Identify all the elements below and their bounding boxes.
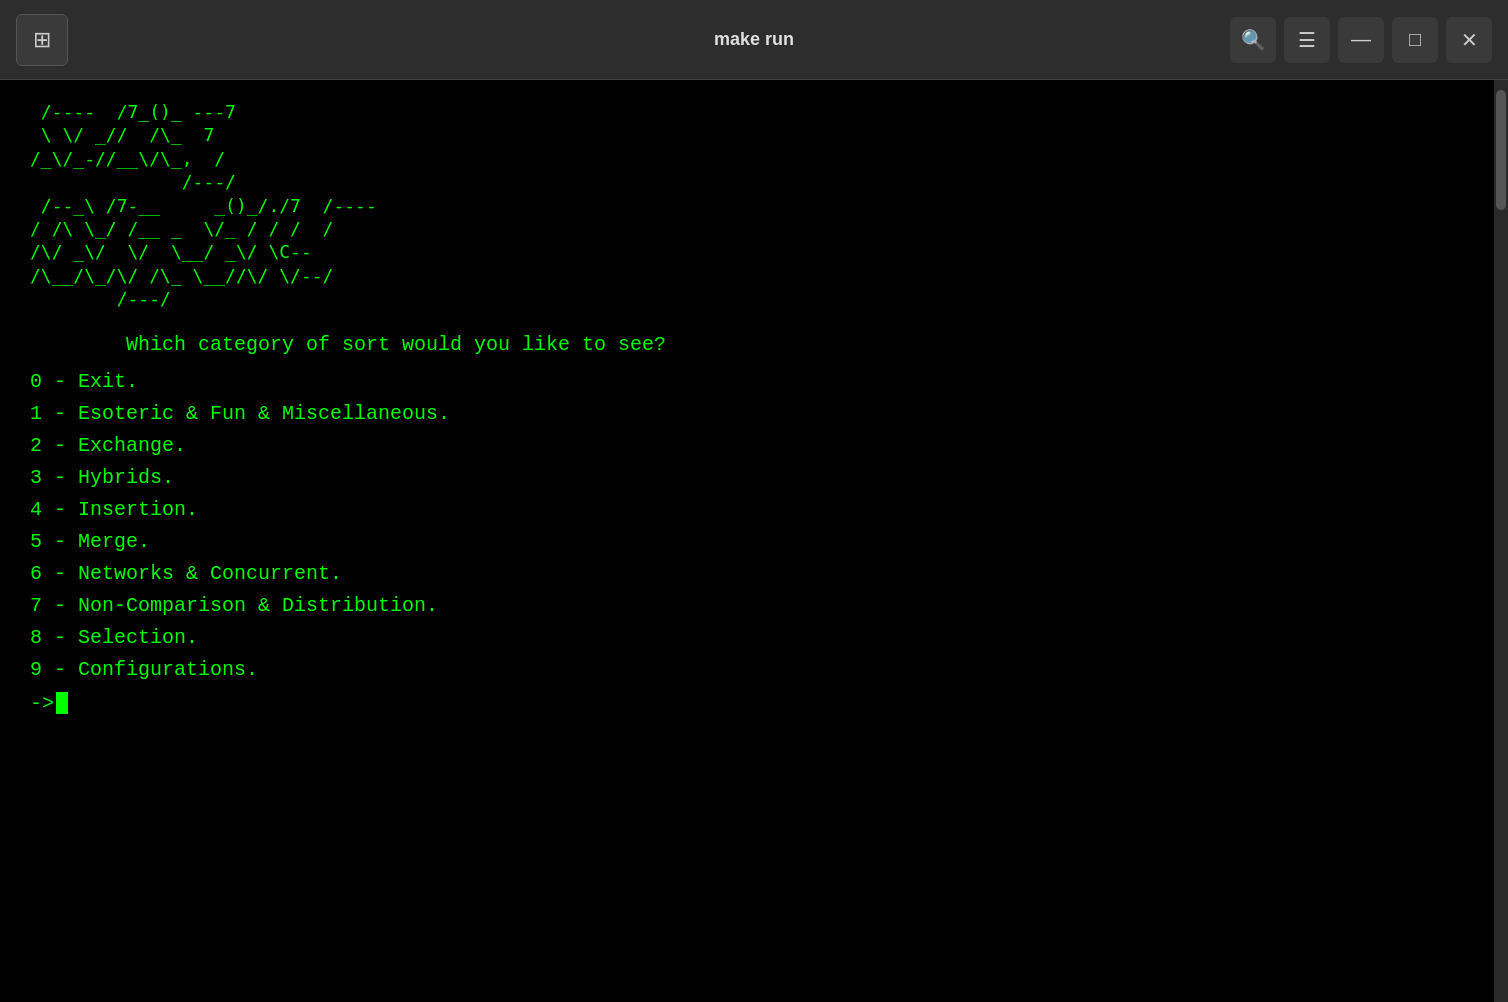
titlebar: ⊞ make run 🔍 ☰ — □ ✕ [0, 0, 1508, 80]
minimize-icon: — [1351, 28, 1371, 51]
menu-icon: ☰ [1298, 28, 1316, 52]
titlebar-controls: 🔍 ☰ — □ ✕ [1230, 17, 1492, 63]
prompt-symbol: -> [30, 690, 54, 717]
scrollbar[interactable] [1494, 80, 1508, 1002]
menu-item-7: 7 - Non-Comparison & Distribution. [30, 590, 1464, 622]
prompt-line[interactable]: -> [30, 690, 1464, 717]
ascii-art-banner: /---- /7_()_ ---7 \ \/ _// /\_ 7 /_\/_-/… [30, 100, 1464, 311]
menu-item-4: 4 - Insertion. [30, 494, 1464, 526]
menu-item-2: 2 - Exchange. [30, 430, 1464, 462]
close-icon: ✕ [1461, 28, 1478, 52]
minimize-button[interactable]: — [1338, 17, 1384, 63]
menu-item-9: 9 - Configurations. [30, 654, 1464, 686]
maximize-button[interactable]: □ [1392, 17, 1438, 63]
menu-button[interactable]: ☰ [1284, 17, 1330, 63]
scrollbar-thumb[interactable] [1496, 90, 1506, 210]
close-button[interactable]: ✕ [1446, 17, 1492, 63]
new-tab-icon: ⊞ [33, 27, 51, 53]
menu-item-1: 1 - Esoteric & Fun & Miscellaneous. [30, 398, 1464, 430]
titlebar-left: ⊞ [16, 14, 68, 66]
cursor [56, 692, 68, 714]
menu-item-8: 8 - Selection. [30, 622, 1464, 654]
menu-list: 0 - Exit. 1 - Esoteric & Fun & Miscellan… [30, 366, 1464, 686]
maximize-icon: □ [1409, 28, 1421, 51]
menu-item-5: 5 - Merge. [30, 526, 1464, 558]
terminal[interactable]: /---- /7_()_ ---7 \ \/ _// /\_ 7 /_\/_-/… [0, 80, 1494, 1002]
search-icon: 🔍 [1241, 28, 1266, 52]
search-button[interactable]: 🔍 [1230, 17, 1276, 63]
menu-item-3: 3 - Hybrids. [30, 462, 1464, 494]
menu-item-6: 6 - Networks & Concurrent. [30, 558, 1464, 590]
window-title: make run [714, 29, 794, 50]
new-tab-button[interactable]: ⊞ [16, 14, 68, 66]
main-area: /---- /7_()_ ---7 \ \/ _// /\_ 7 /_\/_-/… [0, 80, 1508, 1002]
menu-item-0: 0 - Exit. [30, 366, 1464, 398]
menu-prompt: Which category of sort would you like to… [30, 331, 1464, 358]
